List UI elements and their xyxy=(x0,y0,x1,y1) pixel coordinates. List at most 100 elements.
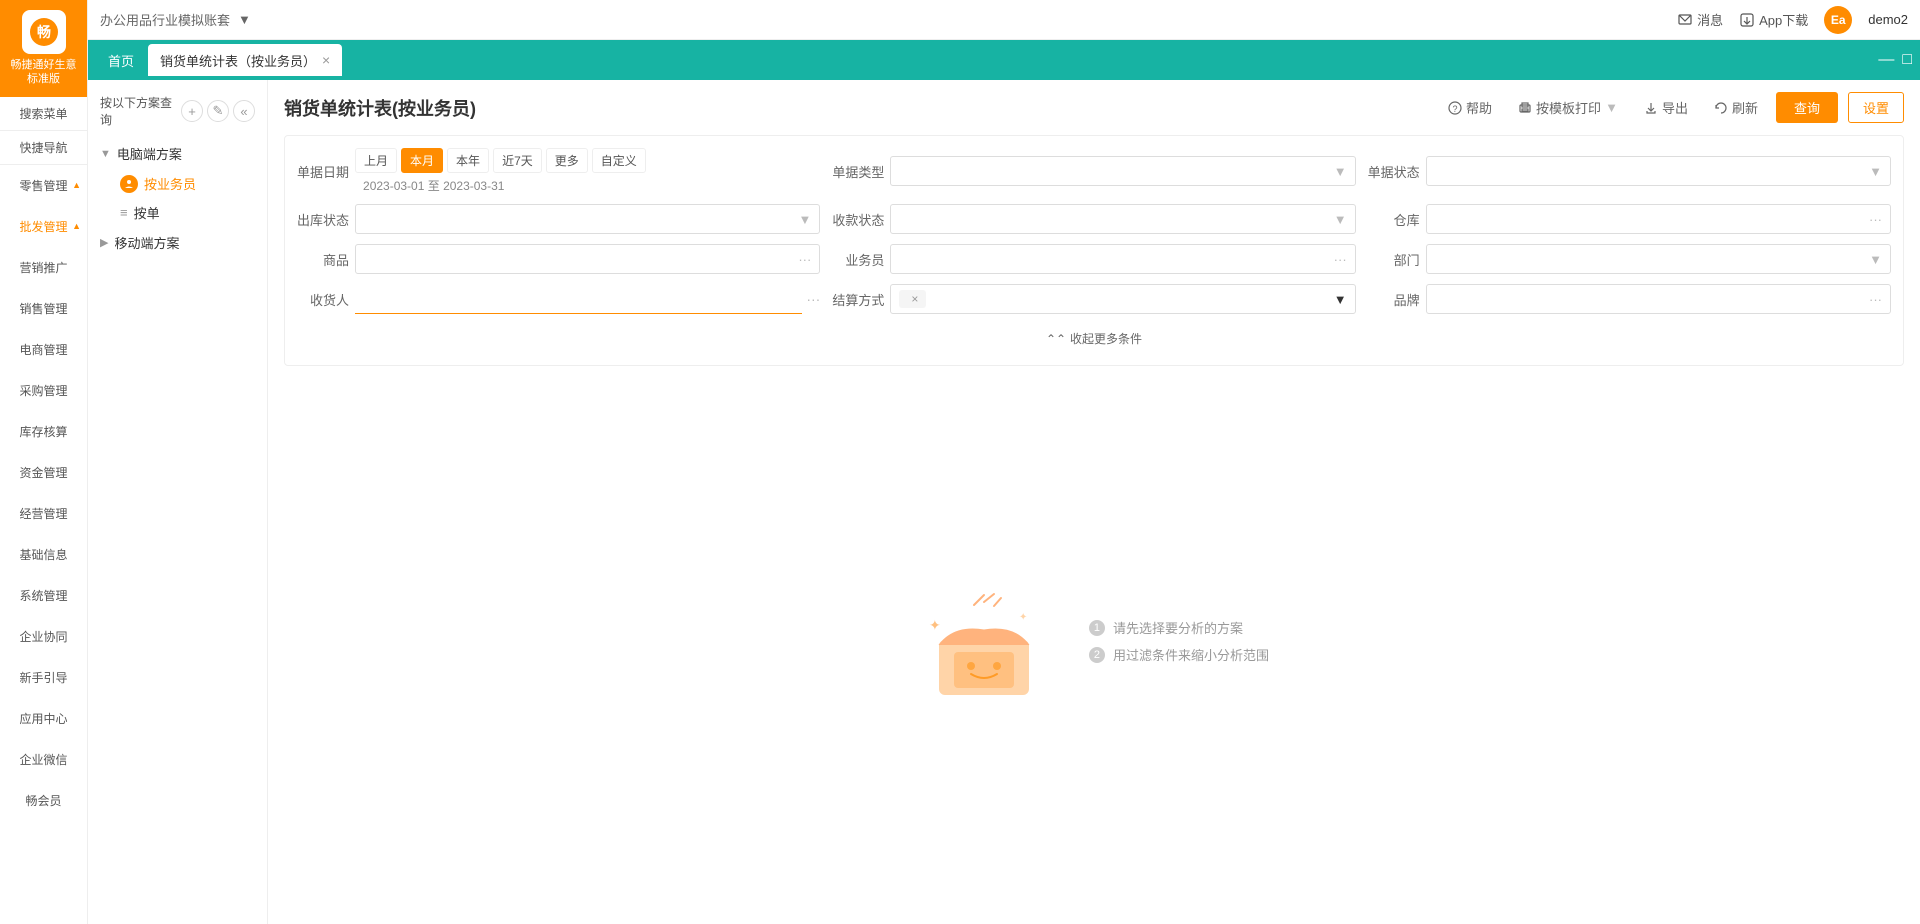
sidebar-item-label: 营销推广 xyxy=(19,259,67,276)
hint-text-2: 用过滤条件来缩小分析范围 xyxy=(1113,645,1269,664)
by-salesperson-label: 按业务员 xyxy=(144,174,196,193)
goods-label: 商品 xyxy=(297,250,349,269)
tab-sales-stats[interactable]: 销货单统计表（按业务员） × xyxy=(148,44,342,76)
sidebar-item-sales[interactable]: 销售管理 xyxy=(0,288,87,329)
filter-row-2: 出库状态 ▼ 收款状态 ▼ xyxy=(297,204,1891,234)
topbar-dropdown[interactable]: ▼ xyxy=(238,12,251,27)
sidebar-item-apps[interactable]: 应用中心 xyxy=(0,698,87,739)
tree-expand-icon: ▼ xyxy=(100,148,111,160)
filter-department-cell: 部门 ▼ xyxy=(1368,244,1891,274)
query-btn[interactable]: 查询 xyxy=(1776,92,1838,123)
sidebar-item-marketing[interactable]: 营销推广 xyxy=(0,247,87,288)
receipt-status-arrow-icon: ▼ xyxy=(1334,212,1347,227)
edit-scheme-btn[interactable]: ✎ xyxy=(207,100,229,122)
settlement-select[interactable]: × ▼ xyxy=(890,284,1355,314)
sidebar-item-label: 应用中心 xyxy=(19,710,67,727)
tree-mobile-item[interactable]: ▶ 移动端方案 xyxy=(88,227,267,258)
settlement-tag-close[interactable]: × xyxy=(911,292,918,306)
tree-desktop-item[interactable]: ▼ 电脑端方案 xyxy=(88,138,267,169)
date-btn-custom[interactable]: 自定义 xyxy=(592,148,646,173)
sidebar-item-system[interactable]: 系统管理 xyxy=(0,575,87,616)
receipt-status-select[interactable]: ▼ xyxy=(890,204,1355,234)
tree-mobile-label: 移动端方案 xyxy=(114,233,179,252)
brand-dots-icon: ··· xyxy=(1869,292,1882,307)
warehouse-select[interactable]: ··· xyxy=(1426,204,1891,234)
message-icon xyxy=(1677,12,1693,28)
tab-home[interactable]: 首页 xyxy=(96,44,146,76)
add-scheme-btn[interactable]: + xyxy=(181,100,203,122)
tree-by-salesperson[interactable]: 按业务员 xyxy=(88,169,267,198)
sidebar-item-purchase[interactable]: 采购管理 xyxy=(0,370,87,411)
print-dropdown-icon[interactable]: ▼ xyxy=(1605,100,1618,115)
help-label: 帮助 xyxy=(1466,98,1492,117)
refresh-btn[interactable]: 刷新 xyxy=(1706,94,1766,121)
sidebar-item-label: 新手引导 xyxy=(19,669,67,686)
filter-area: 单据日期 上月 本月 本年 近7天 更多 自定义 2023-03-01 至 20… xyxy=(284,135,1904,366)
filter-doc-status-cell: 单据状态 ▼ xyxy=(1368,148,1891,194)
logo[interactable]: 畅 畅捷通好生意标准版 xyxy=(0,0,87,97)
date-btn-this-month[interactable]: 本月 xyxy=(401,148,443,173)
sidebar-item-corp-wechat[interactable]: 企业微信 xyxy=(0,739,87,780)
sidebar-item-newbie[interactable]: 新手引导 xyxy=(0,657,87,698)
goods-select[interactable]: ··· xyxy=(355,244,820,274)
print-btn[interactable]: 按模板打印 ▼ xyxy=(1510,94,1626,121)
sidebar-item-operations[interactable]: 经营管理 xyxy=(0,493,87,534)
sidebar-item-label: 批发管理 xyxy=(19,218,67,235)
sidebar-item-inventory[interactable]: 库存核算 xyxy=(0,411,87,452)
sidebar-search[interactable]: 搜索菜单 xyxy=(0,97,87,131)
consignee-input[interactable] xyxy=(355,284,802,314)
app-download-btn[interactable]: App下载 xyxy=(1739,10,1808,29)
sidebar-item-member[interactable]: 畅会员 xyxy=(0,780,87,821)
doc-type-select[interactable]: ▼ xyxy=(890,156,1355,186)
export-btn[interactable]: 导出 xyxy=(1636,94,1696,121)
empty-hint-2: 2 用过滤条件来缩小分析范围 xyxy=(1089,645,1269,664)
empty-hint-1: 1 请先选择要分析的方案 xyxy=(1089,618,1269,637)
tabbar-actions: — □ xyxy=(1878,51,1912,69)
sidebar-item-finance[interactable]: 资金管理 xyxy=(0,452,87,493)
filter-date-cell: 单据日期 上月 本月 本年 近7天 更多 自定义 2023-03-01 至 20… xyxy=(297,148,820,194)
tab-close-icon[interactable]: × xyxy=(322,52,330,68)
date-range-text: 2023-03-01 至 2023-03-31 xyxy=(363,177,820,194)
user-label[interactable]: demo2 xyxy=(1868,12,1908,27)
date-btn-more[interactable]: 更多 xyxy=(546,148,588,173)
tabbar: 首页 销货单统计表（按业务员） × — □ xyxy=(88,40,1920,80)
sidebar-item-retail[interactable]: 零售管理 xyxy=(0,165,87,206)
logo-text: 畅捷通好生意标准版 xyxy=(11,58,77,87)
consignee-dots[interactable]: ··· xyxy=(806,291,820,307)
settings-btn[interactable]: 设置 xyxy=(1848,92,1904,123)
message-btn[interactable]: 消息 xyxy=(1677,10,1723,29)
sidebar-item-basics[interactable]: 基础信息 xyxy=(0,534,87,575)
date-btn-last-month[interactable]: 上月 xyxy=(355,148,397,173)
refresh-label: 刷新 xyxy=(1732,98,1758,117)
sidebar-item-enterprise[interactable]: 企业协同 xyxy=(0,616,87,657)
collapse-panel-btn[interactable]: « xyxy=(233,100,255,122)
svg-text:✦: ✦ xyxy=(929,617,941,633)
tree-by-order[interactable]: ≡ 按单 xyxy=(88,198,267,227)
logo-icon: 畅 xyxy=(22,10,66,54)
sidebar-item-wholesale[interactable]: 批发管理 xyxy=(0,206,87,247)
doc-status-select[interactable]: ▼ xyxy=(1426,156,1891,186)
svg-text:?: ? xyxy=(1453,104,1458,114)
help-btn[interactable]: ? 帮助 xyxy=(1440,94,1500,121)
content-area: 按以下方案查询 + ✎ « ▼ 电脑端方案 xyxy=(88,80,1920,924)
export-label: 导出 xyxy=(1662,98,1688,117)
empty-illustration: ✦ ✦ xyxy=(919,590,1049,700)
empty-hints: 1 请先选择要分析的方案 2 用过滤条件来缩小分析范围 xyxy=(1089,618,1269,672)
maximize-btn[interactable]: □ xyxy=(1902,51,1912,69)
sidebar-item-ecommerce[interactable]: 电商管理 xyxy=(0,329,87,370)
sidebar-item-label: 采购管理 xyxy=(19,382,67,399)
sidebar-quick-nav[interactable]: 快捷导航 xyxy=(0,131,87,165)
out-status-select[interactable]: ▼ xyxy=(355,204,820,234)
date-btn-7days[interactable]: 近7天 xyxy=(493,148,542,173)
avatar[interactable]: Ea xyxy=(1824,6,1852,34)
minimize-btn[interactable]: — xyxy=(1878,51,1894,69)
brand-select[interactable]: ··· xyxy=(1426,284,1891,314)
date-btn-this-year[interactable]: 本年 xyxy=(447,148,489,173)
salesperson-select[interactable]: ··· xyxy=(890,244,1355,274)
sidebar-item-label: 企业微信 xyxy=(19,751,67,768)
app-title: 办公用品行业模拟账套 xyxy=(100,10,230,29)
out-status-label: 出库状态 xyxy=(297,210,349,229)
filter-warehouse-cell: 仓库 ··· xyxy=(1368,204,1891,234)
department-select[interactable]: ▼ xyxy=(1426,244,1891,274)
collapse-btn[interactable]: ⌃⌃ 收起更多条件 xyxy=(1040,324,1148,353)
